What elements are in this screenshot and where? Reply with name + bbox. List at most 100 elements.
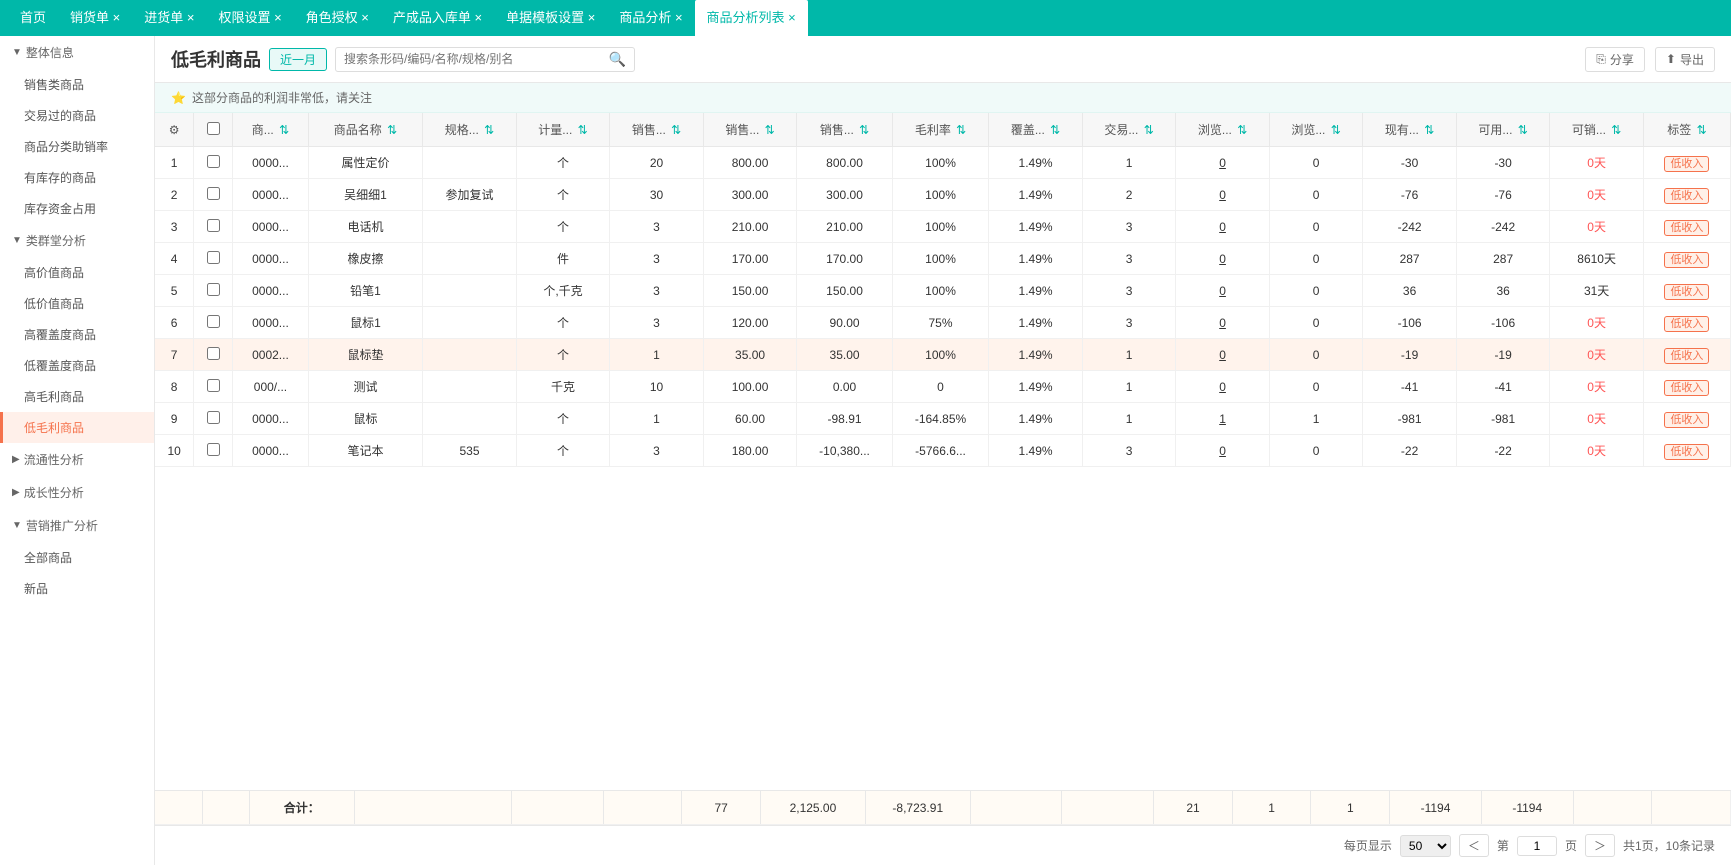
row-checkbox[interactable]: [194, 435, 233, 467]
sidebar-item-new-products[interactable]: 新品: [0, 573, 154, 604]
col-spec[interactable]: 规格... ⇅: [423, 113, 517, 147]
row-coverage: 1.49%: [989, 243, 1083, 275]
row-views1[interactable]: 0: [1176, 371, 1270, 403]
row-current: -242: [1363, 211, 1457, 243]
sidebar-item-low-margin[interactable]: 低毛利商品: [0, 412, 154, 443]
share-button[interactable]: ⎘ 分享: [1585, 47, 1645, 72]
page-input[interactable]: [1517, 836, 1557, 856]
row-checkbox[interactable]: [194, 243, 233, 275]
col-sales-amount[interactable]: 销售... ⇅: [703, 113, 797, 147]
row-views1[interactable]: 1: [1176, 403, 1270, 435]
col-available[interactable]: 可用... ⇅: [1456, 113, 1550, 147]
row-gross-rate: 100%: [892, 339, 989, 371]
sidebar-item-inventory-capital[interactable]: 库存资金占用: [0, 193, 154, 224]
row-checkbox[interactable]: [194, 275, 233, 307]
nav-item-sales[interactable]: 销货单 ×: [58, 0, 132, 36]
export-button[interactable]: ⬆ 导出: [1655, 47, 1715, 72]
col-views1[interactable]: 浏览... ⇅: [1176, 113, 1270, 147]
col-coverage[interactable]: 覆盖... ⇅: [989, 113, 1083, 147]
filter-button[interactable]: 近一月: [269, 48, 327, 71]
sidebar-group-liquidity-title[interactable]: ▶ 流通性分析: [0, 443, 154, 476]
next-page-button[interactable]: ＞: [1585, 834, 1615, 857]
col-sales-qty[interactable]: 销售... ⇅: [610, 113, 704, 147]
col-gross-rate[interactable]: 毛利率 ⇅: [892, 113, 989, 147]
sidebar-item-high-margin[interactable]: 高毛利商品: [0, 381, 154, 412]
row-views1[interactable]: 0: [1176, 211, 1270, 243]
row-select-checkbox[interactable]: [207, 315, 220, 328]
row-select-checkbox[interactable]: [207, 411, 220, 424]
row-select-checkbox[interactable]: [207, 379, 220, 392]
row-views2: 0: [1269, 371, 1363, 403]
footer-sales-qty: 77: [682, 791, 761, 825]
col-unit[interactable]: 计量... ⇅: [516, 113, 610, 147]
row-sellable: 31天: [1550, 275, 1644, 307]
sidebar-item-low-value[interactable]: 低价值商品: [0, 288, 154, 319]
row-available: 287: [1456, 243, 1550, 275]
row-select-checkbox[interactable]: [207, 155, 220, 168]
sidebar-item-sales-products[interactable]: 销售类商品: [0, 69, 154, 100]
col-trade[interactable]: 交易... ⇅: [1082, 113, 1176, 147]
nav-item-roles[interactable]: 角色授权 ×: [294, 0, 381, 36]
sidebar-item-high-coverage[interactable]: 高覆盖度商品: [0, 319, 154, 350]
col-sellable[interactable]: 可销... ⇅: [1550, 113, 1644, 147]
col-current[interactable]: 现有... ⇅: [1363, 113, 1457, 147]
nav-item-home[interactable]: 首页: [8, 0, 58, 36]
sidebar-item-in-stock[interactable]: 有库存的商品: [0, 162, 154, 193]
row-checkbox[interactable]: [194, 339, 233, 371]
nav-item-analysis[interactable]: 商品分析 ×: [607, 0, 694, 36]
col-views2[interactable]: 浏览... ⇅: [1269, 113, 1363, 147]
sidebar-item-category-rate[interactable]: 商品分类助销率: [0, 131, 154, 162]
row-current: -41: [1363, 371, 1457, 403]
per-page-select[interactable]: 50 20 100: [1400, 835, 1451, 857]
row-views2: 0: [1269, 275, 1363, 307]
sidebar-item-all-products[interactable]: 全部商品: [0, 542, 154, 573]
row-select-checkbox[interactable]: [207, 443, 220, 456]
row-views1[interactable]: 0: [1176, 147, 1270, 179]
sidebar-group-marketing-title[interactable]: ▼ 营销推广分析: [0, 509, 154, 542]
col-checkbox[interactable]: [194, 113, 233, 147]
row-sales-qty: 3: [610, 211, 704, 243]
row-no: 4: [155, 243, 194, 275]
sidebar-group-overall-title[interactable]: ▼ 整体信息: [0, 36, 154, 69]
prev-page-button[interactable]: ＜: [1459, 834, 1489, 857]
row-checkbox[interactable]: [194, 403, 233, 435]
col-settings[interactable]: ⚙: [155, 113, 194, 147]
row-views1[interactable]: 0: [1176, 179, 1270, 211]
row-checkbox[interactable]: [194, 211, 233, 243]
nav-item-templates[interactable]: 单据模板设置 ×: [494, 0, 607, 36]
row-select-checkbox[interactable]: [207, 187, 220, 200]
nav-item-purchase[interactable]: 进货单 ×: [132, 0, 206, 36]
share-icon: ⎘: [1596, 52, 1606, 67]
select-all-checkbox[interactable]: [207, 122, 220, 135]
row-views1[interactable]: 0: [1176, 339, 1270, 371]
sidebar-item-traded-products[interactable]: 交易过的商品: [0, 100, 154, 131]
row-checkbox[interactable]: [194, 371, 233, 403]
row-views1[interactable]: 0: [1176, 435, 1270, 467]
sidebar-item-high-value[interactable]: 高价值商品: [0, 257, 154, 288]
row-select-checkbox[interactable]: [207, 219, 220, 232]
search-icon[interactable]: 🔍: [609, 51, 626, 68]
row-select-checkbox[interactable]: [207, 251, 220, 264]
row-select-checkbox[interactable]: [207, 283, 220, 296]
content-area: 低毛利商品 近一月 🔍 ⎘ 分享 ⬆ 导出 ⭐ 这部分商品的利润非常低，请关注: [155, 36, 1731, 865]
col-sales-profit[interactable]: 销售... ⇅: [797, 113, 892, 147]
row-views1[interactable]: 0: [1176, 275, 1270, 307]
row-checkbox[interactable]: [194, 179, 233, 211]
row-checkbox[interactable]: [194, 147, 233, 179]
col-code[interactable]: 商... ⇅: [233, 113, 309, 147]
row-views2: 0: [1269, 147, 1363, 179]
search-input[interactable]: [344, 52, 609, 66]
nav-item-permissions[interactable]: 权限设置 ×: [206, 0, 293, 36]
nav-item-analysis-list[interactable]: 商品分析列表 ×: [695, 0, 808, 36]
row-views2: 0: [1269, 435, 1363, 467]
col-tag[interactable]: 标签 ⇅: [1643, 113, 1730, 147]
row-checkbox[interactable]: [194, 307, 233, 339]
row-views1[interactable]: 0: [1176, 243, 1270, 275]
sidebar-item-low-coverage[interactable]: 低覆盖度商品: [0, 350, 154, 381]
sidebar-group-cluster-title[interactable]: ▼ 类群堂分析: [0, 224, 154, 257]
row-select-checkbox[interactable]: [207, 347, 220, 360]
col-name[interactable]: 商品名称 ⇅: [308, 113, 423, 147]
sidebar-group-growth-title[interactable]: ▶ 成长性分析: [0, 476, 154, 509]
nav-item-products[interactable]: 产成品入库单 ×: [381, 0, 494, 36]
row-views1[interactable]: 0: [1176, 307, 1270, 339]
